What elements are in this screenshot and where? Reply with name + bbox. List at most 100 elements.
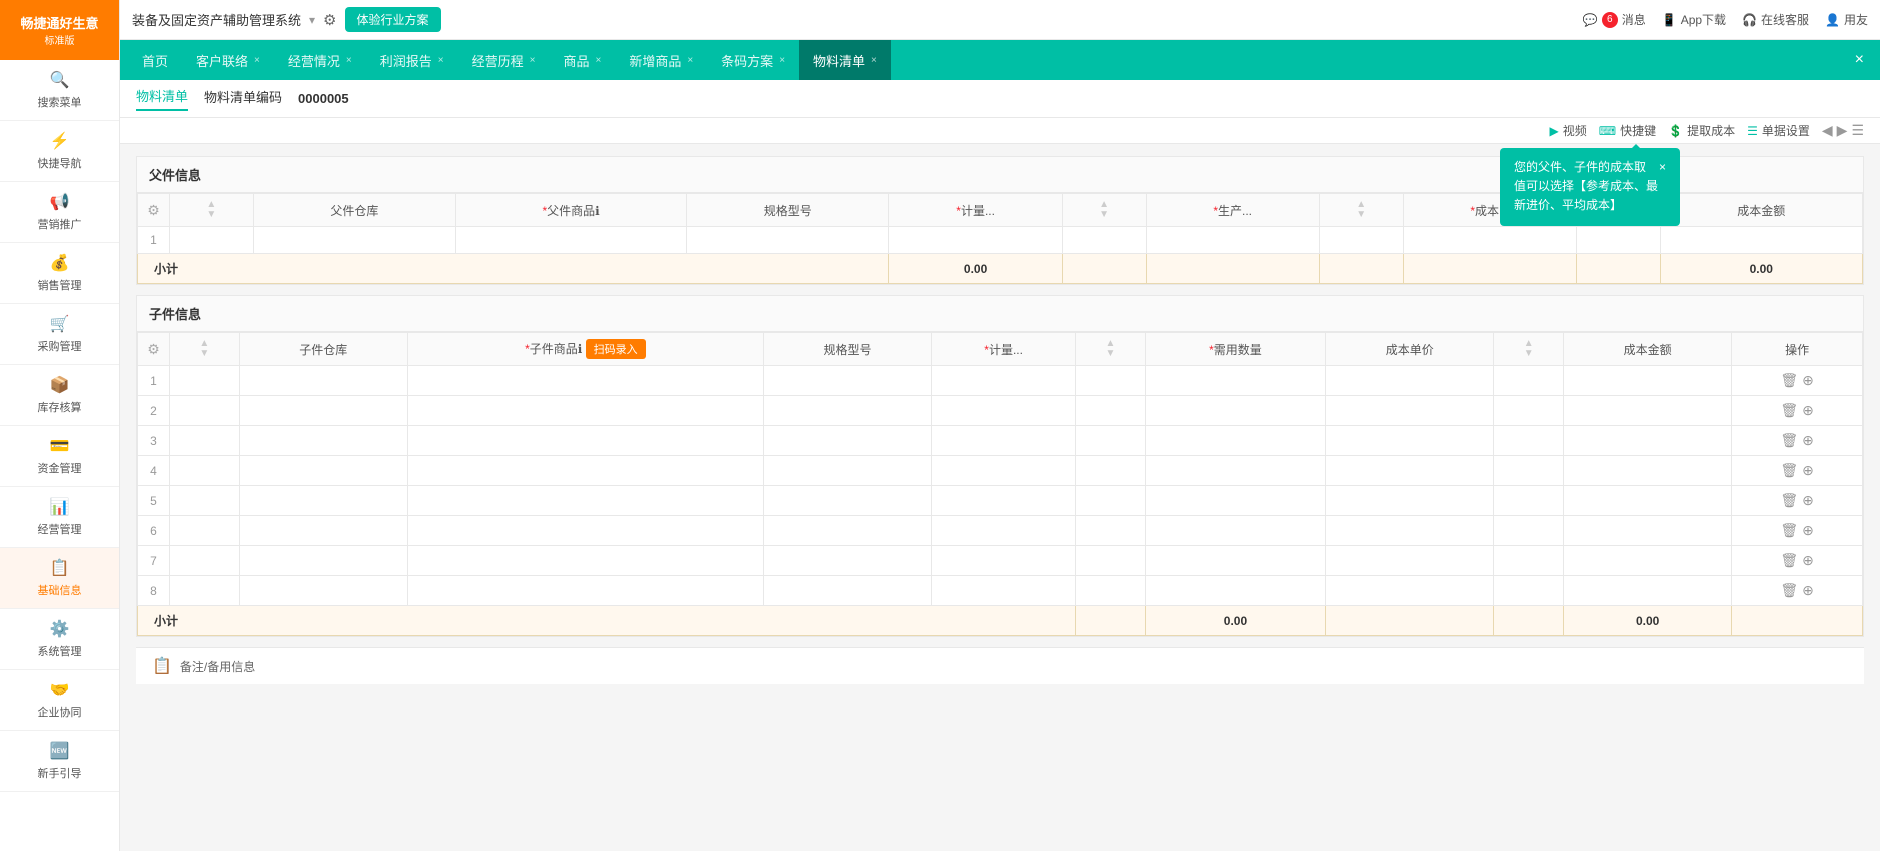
sidebar-item-marketing[interactable]: 📢营销推广 (0, 182, 119, 243)
child-row-4-unit-cost[interactable] (1326, 456, 1494, 486)
online-service-item[interactable]: 🎧 在线客服 (1742, 11, 1809, 28)
gear-icon[interactable]: ⚙ (323, 11, 336, 29)
nav-tab-bom[interactable]: 物料清单× (799, 40, 891, 80)
nav-next[interactable]: ▶ (1837, 122, 1848, 139)
child-row-8-needed[interactable] (1145, 576, 1325, 606)
sidebar-item-enterprise[interactable]: 🤝企业协同 (0, 670, 119, 731)
child-col-settings[interactable]: ⚙ (138, 333, 170, 366)
child-row-3-goods[interactable] (407, 426, 763, 456)
copy-icon-7[interactable]: ⊕ (1802, 552, 1814, 569)
nav-tab-close-new_goods[interactable]: × (687, 55, 693, 66)
nav-tab-barcode[interactable]: 条码方案× (707, 40, 799, 80)
parent-row-1-production[interactable] (1146, 227, 1319, 254)
nav-menu[interactable]: ☰ (1851, 122, 1864, 139)
child-row-5-spec[interactable] (763, 486, 931, 516)
sidebar-item-nav[interactable]: ⚡快捷导航 (0, 121, 119, 182)
sidebar-item-finance[interactable]: 💳资金管理 (0, 426, 119, 487)
video-toolbar-item[interactable]: ▶ 视频 (1550, 122, 1587, 139)
child-row-6-unit-cost[interactable] (1326, 516, 1494, 546)
nav-tab-customer[interactable]: 客户联络× (182, 40, 274, 80)
nav-tab-home[interactable]: 首页 (128, 40, 182, 80)
delete-icon-2[interactable]: 🗑 (1780, 402, 1798, 419)
nav-tab-close-operation[interactable]: × (346, 55, 352, 66)
child-row-3-unit-cost[interactable] (1326, 426, 1494, 456)
parent-row-1-goods[interactable] (456, 227, 687, 254)
dropdown-icon[interactable]: ▾ (309, 13, 315, 27)
child-row-2-goods[interactable] (407, 396, 763, 426)
child-row-3-needed[interactable] (1145, 426, 1325, 456)
child-row-7-goods[interactable] (407, 546, 763, 576)
child-row-3-spec[interactable] (763, 426, 931, 456)
parent-row-1-spec[interactable] (687, 227, 889, 254)
child-row-2-qty[interactable] (932, 396, 1076, 426)
tooltip-close-button[interactable]: × (1659, 158, 1666, 177)
experience-button[interactable]: 体验行业方案 (345, 7, 441, 32)
child-row-4-needed[interactable] (1145, 456, 1325, 486)
child-row-5-needed[interactable] (1145, 486, 1325, 516)
delete-icon-5[interactable]: 🗑 (1780, 492, 1798, 509)
child-row-8-qty[interactable] (932, 576, 1076, 606)
nav-tab-operation[interactable]: 经营情况× (274, 40, 366, 80)
child-row-4-qty[interactable] (932, 456, 1076, 486)
nav-tab-history[interactable]: 经营历程× (458, 40, 550, 80)
delete-icon-8[interactable]: 🗑 (1780, 582, 1798, 599)
copy-icon-1[interactable]: ⊕ (1802, 372, 1814, 389)
child-row-4-spec[interactable] (763, 456, 931, 486)
copy-icon-4[interactable]: ⊕ (1802, 462, 1814, 479)
copy-icon-8[interactable]: ⊕ (1802, 582, 1814, 599)
delete-icon-3[interactable]: 🗑 (1780, 432, 1798, 449)
child-row-1-goods[interactable] (407, 366, 763, 396)
child-row-5-qty[interactable] (932, 486, 1076, 516)
child-row-5-warehouse[interactable] (239, 486, 407, 516)
child-row-3-qty[interactable] (932, 426, 1076, 456)
child-row-1-unit-cost[interactable] (1326, 366, 1494, 396)
app-download-item[interactable]: 📱 App下载 (1662, 11, 1726, 28)
nav-tab-close-customer[interactable]: × (254, 55, 260, 66)
child-row-7-spec[interactable] (763, 546, 931, 576)
child-row-1-needed[interactable] (1145, 366, 1325, 396)
child-row-3-warehouse[interactable] (239, 426, 407, 456)
delete-icon-7[interactable]: 🗑 (1780, 552, 1798, 569)
copy-icon-3[interactable]: ⊕ (1802, 432, 1814, 449)
copy-icon-2[interactable]: ⊕ (1802, 402, 1814, 419)
child-row-4-goods[interactable] (407, 456, 763, 486)
nav-tab-close-goods[interactable]: × (595, 55, 601, 66)
child-row-7-unit-cost[interactable] (1326, 546, 1494, 576)
child-row-1-spec[interactable] (763, 366, 931, 396)
parent-row-1-qty[interactable] (889, 227, 1062, 254)
sidebar-item-search[interactable]: 🔍搜索菜单 (0, 60, 119, 121)
child-row-6-spec[interactable] (763, 516, 931, 546)
child-row-8-warehouse[interactable] (239, 576, 407, 606)
nav-close-all[interactable]: × (1847, 51, 1872, 69)
child-row-1-qty[interactable] (932, 366, 1076, 396)
parent-row-1-warehouse[interactable] (253, 227, 455, 254)
settings-toolbar-item[interactable]: ☰ 单据设置 (1747, 122, 1810, 139)
sidebar-item-operation_mgr[interactable]: 📊经营管理 (0, 487, 119, 548)
child-row-2-warehouse[interactable] (239, 396, 407, 426)
child-row-4-warehouse[interactable] (239, 456, 407, 486)
shortcut-toolbar-item[interactable]: ⌨ 快捷键 (1599, 122, 1656, 139)
child-row-7-warehouse[interactable] (239, 546, 407, 576)
nav-tab-new_goods[interactable]: 新增商品× (615, 40, 707, 80)
child-row-2-unit-cost[interactable] (1326, 396, 1494, 426)
nav-tab-close-barcode[interactable]: × (779, 55, 785, 66)
child-row-2-needed[interactable] (1145, 396, 1325, 426)
cost-toolbar-item[interactable]: 💲 提取成本 (1668, 122, 1735, 139)
child-row-7-needed[interactable] (1145, 546, 1325, 576)
sub-tab-code-label[interactable]: 物料清单编码 (204, 87, 282, 110)
child-row-8-unit-cost[interactable] (1326, 576, 1494, 606)
user-item[interactable]: 👤 用友 (1825, 11, 1868, 28)
nav-tab-close-profit[interactable]: × (438, 55, 444, 66)
delete-icon-1[interactable]: 🗑 (1780, 372, 1798, 389)
copy-icon-5[interactable]: ⊕ (1802, 492, 1814, 509)
scan-button[interactable]: 扫码录入 (586, 339, 646, 359)
sidebar-item-sales[interactable]: 💰销售管理 (0, 243, 119, 304)
child-row-7-qty[interactable] (932, 546, 1076, 576)
delete-icon-6[interactable]: 🗑 (1780, 522, 1798, 539)
nav-tab-goods[interactable]: 商品× (549, 40, 615, 80)
sidebar-item-purchase[interactable]: 🛒采购管理 (0, 304, 119, 365)
nav-tab-close-history[interactable]: × (530, 55, 536, 66)
child-row-6-needed[interactable] (1145, 516, 1325, 546)
sidebar-item-system[interactable]: ⚙️系统管理 (0, 609, 119, 670)
child-row-5-unit-cost[interactable] (1326, 486, 1494, 516)
